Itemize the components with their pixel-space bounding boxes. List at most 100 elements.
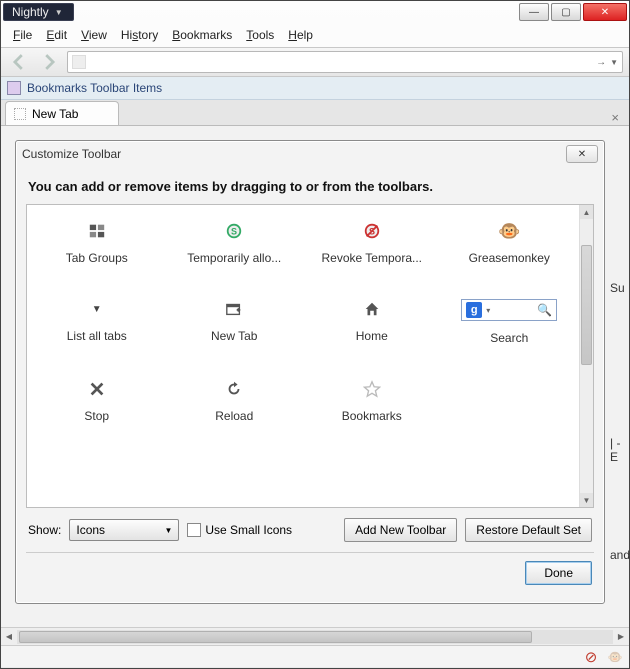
dialog-close-button[interactable]: ✕ (566, 145, 598, 163)
use-small-icons-label: Use Small Icons (205, 523, 292, 537)
reload-icon (224, 379, 244, 399)
nav-toolbar: → ▼ (1, 47, 629, 77)
title-bar: Nightly ▼ — ▢ ✕ (1, 1, 629, 23)
chevron-down-icon: ▼ (164, 526, 172, 535)
palette-item-label: Greasemonkey (469, 251, 550, 265)
scroll-thumb[interactable] (19, 631, 532, 643)
back-button[interactable] (7, 51, 31, 73)
tab-favicon (14, 108, 26, 120)
show-mode-dropdown[interactable]: Icons ▼ (69, 519, 179, 541)
side-hint: and (608, 548, 628, 562)
palette-item-label: Revoke Tempora... (322, 251, 423, 265)
greasemonkey-status-icon[interactable]: 🐵 (607, 649, 623, 665)
divider (26, 552, 594, 553)
checkbox-icon (187, 523, 201, 537)
bookmarks-toolbar-label: Bookmarks Toolbar Items (27, 81, 162, 95)
dialog-title-bar: Customize Toolbar ✕ (16, 141, 604, 167)
palette-scrollbar[interactable]: ▲ ▼ (579, 205, 593, 507)
status-bar: ⊘ 🐵 (1, 645, 629, 667)
customize-toolbar-dialog: Customize Toolbar ✕ You can add or remov… (15, 140, 605, 604)
close-button[interactable]: ✕ (583, 3, 627, 21)
listtabs-icon: ▼ (87, 299, 107, 319)
palette-item-noscript-revoke[interactable]: S Revoke Tempora... (306, 213, 438, 273)
chevron-down-icon: ▾ (486, 306, 490, 315)
noscript-revoke-icon: S (362, 221, 382, 241)
forward-button[interactable] (37, 51, 61, 73)
dialog-options-row: Show: Icons ▼ Use Small Icons Add New To… (26, 508, 594, 546)
tab-label: New Tab (32, 107, 78, 121)
use-small-icons-checkbox[interactable]: Use Small Icons (187, 523, 292, 537)
palette-item-tabgroups[interactable]: Tab Groups (31, 213, 163, 273)
content-horizontal-scrollbar[interactable]: ◀ ▶ (1, 627, 629, 645)
palette-item-greasemonkey[interactable]: 🐵Greasemonkey (444, 213, 576, 273)
palette-item-search[interactable]: g ▾ 🔍 Search (444, 291, 576, 353)
palette-item-newtab[interactable]: New Tab (169, 291, 301, 353)
back-icon (8, 51, 30, 73)
url-dropdown-icon[interactable]: ▼ (610, 58, 618, 67)
palette-item-label: Temporarily allo... (187, 251, 281, 265)
noscript-temp-icon: S (224, 221, 244, 241)
search-widget[interactable]: g ▾ 🔍 (461, 299, 557, 321)
menu-view[interactable]: View (75, 26, 113, 44)
palette-item-home[interactable]: Home (306, 291, 438, 353)
tab-close-button[interactable]: × (605, 110, 625, 125)
noscript-status-icon[interactable]: ⊘ (583, 649, 599, 665)
tabgroups-icon (87, 221, 107, 241)
palette-item-noscript-temp[interactable]: S Temporarily allo... (169, 213, 301, 273)
forward-icon (38, 51, 60, 73)
search-icon: 🔍 (537, 303, 552, 317)
palette-item-label: Bookmarks (342, 409, 402, 423)
app-menu-button[interactable]: Nightly ▼ (3, 3, 74, 21)
scroll-down-icon[interactable]: ▼ (580, 493, 593, 507)
menu-file[interactable]: File (7, 26, 38, 44)
side-hint: Su (608, 281, 628, 295)
palette-item-label: Search (490, 331, 528, 345)
palette-item-label: Reload (215, 409, 253, 423)
browser-window: Nightly ▼ — ▢ ✕ File Edit View History B… (0, 0, 630, 669)
home-icon (362, 299, 382, 319)
scroll-thumb[interactable] (581, 245, 592, 365)
menu-bar: File Edit View History Bookmarks Tools H… (1, 23, 629, 47)
newtab-icon (224, 299, 244, 319)
toolbar-item-palette: Tab Groups S Temporarily allo... S Revoke Te… (26, 204, 594, 508)
content-area: Su | - E and Customize Toolbar ✕ You can… (1, 126, 629, 627)
restore-default-set-button[interactable]: Restore Default Set (465, 518, 592, 542)
dialog-title: Customize Toolbar (22, 147, 121, 161)
go-arrow-icon: → (596, 57, 606, 68)
menu-bookmarks[interactable]: Bookmarks (166, 26, 238, 44)
window-controls: — ▢ ✕ (519, 3, 627, 21)
show-label: Show: (28, 523, 61, 537)
search-engine-icon: g (466, 302, 482, 318)
stop-icon (87, 379, 107, 399)
palette-item-label: Tab Groups (66, 251, 128, 265)
palette-item-label: Home (356, 329, 388, 343)
menu-history[interactable]: History (115, 26, 164, 44)
palette-item-label: List all tabs (67, 329, 127, 343)
menu-help[interactable]: Help (282, 26, 319, 44)
star-icon (362, 379, 382, 399)
menu-edit[interactable]: Edit (40, 26, 73, 44)
scroll-right-icon[interactable]: ▶ (613, 630, 629, 644)
maximize-button[interactable]: ▢ (551, 3, 581, 21)
side-hint: | - E (608, 436, 628, 464)
chevron-down-icon: ▼ (55, 8, 63, 17)
palette-item-listtabs[interactable]: ▼ List all tabs (31, 291, 163, 353)
dialog-instruction: You can add or remove items by dragging … (26, 173, 594, 204)
scroll-left-icon[interactable]: ◀ (1, 630, 17, 644)
palette-item-reload[interactable]: Reload (169, 371, 301, 431)
add-new-toolbar-button[interactable]: Add New Toolbar (344, 518, 457, 542)
menu-tools[interactable]: Tools (240, 26, 280, 44)
scroll-up-icon[interactable]: ▲ (580, 205, 593, 219)
bookmarks-toolbar-icon (7, 81, 21, 95)
palette-item-stop[interactable]: Stop (31, 371, 163, 431)
palette-item-label: Stop (84, 409, 109, 423)
tab-active[interactable]: New Tab (5, 101, 119, 125)
palette-item-label: New Tab (211, 329, 257, 343)
minimize-button[interactable]: — (519, 3, 549, 21)
done-button[interactable]: Done (525, 561, 592, 585)
palette-item-star[interactable]: Bookmarks (306, 371, 438, 431)
svg-text:S: S (231, 227, 237, 237)
show-mode-value: Icons (76, 523, 105, 537)
bookmarks-toolbar: Bookmarks Toolbar Items (1, 77, 629, 100)
url-bar[interactable]: → ▼ (67, 51, 623, 73)
